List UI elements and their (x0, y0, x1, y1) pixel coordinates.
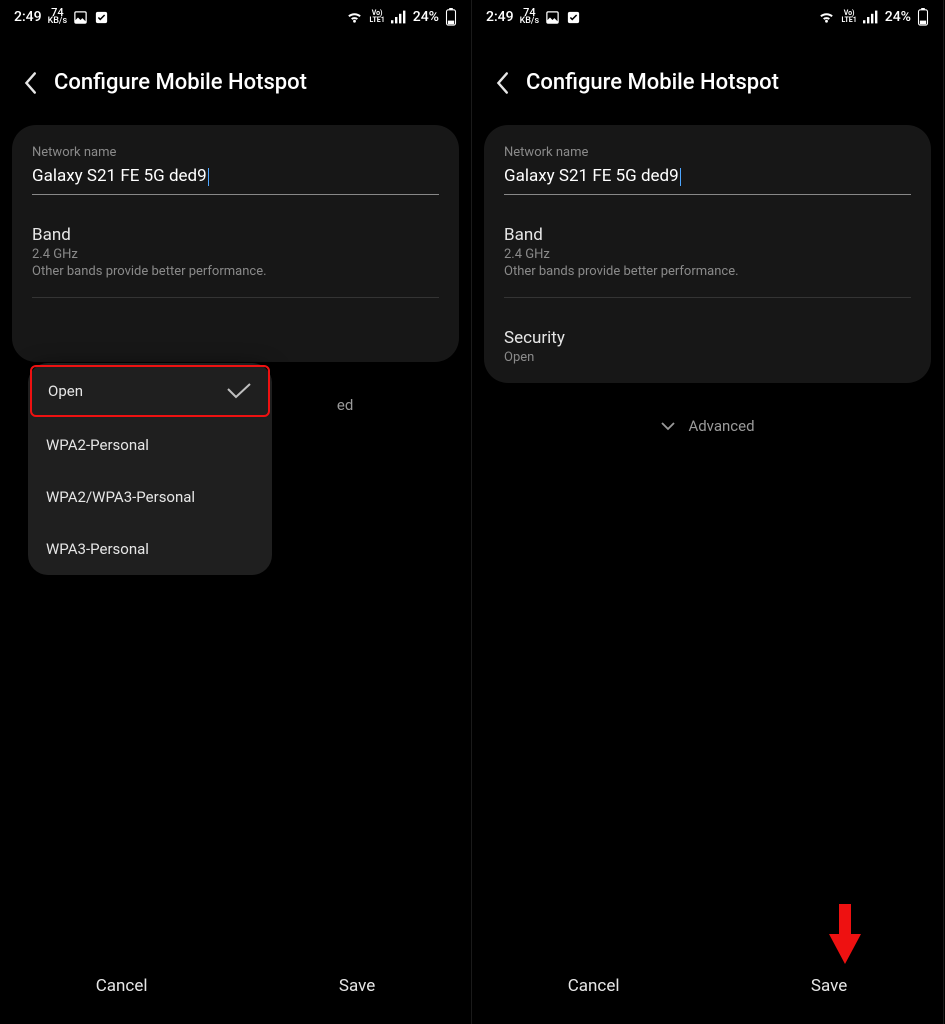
checkbox-icon (94, 10, 109, 25)
settings-card: Network name Galaxy S21 FE 5G ded9 Band … (12, 125, 459, 362)
security-option-wpa2[interactable]: WPA2-Personal (28, 419, 272, 471)
band-title: Band (504, 225, 911, 245)
security-option-wpa3[interactable]: WPA3-Personal (28, 523, 272, 575)
phone-screen-right: 2:49 74KB/s Vo)LTE1 24% (472, 0, 944, 1024)
chevron-down-icon (660, 421, 676, 431)
status-data-rate: 74KB/s (520, 8, 540, 26)
security-option-label: Open (48, 382, 83, 400)
band-title: Band (32, 225, 439, 245)
network-name-label: Network name (32, 145, 439, 160)
phone-screen-left: 2:49 74KB/s Vo)LTE1 24% (0, 0, 472, 1024)
network-name-field[interactable]: Network name Galaxy S21 FE 5G ded9 (504, 145, 911, 195)
battery-icon (917, 8, 929, 26)
volte-icon: Vo)LTE1 (841, 10, 856, 24)
band-note: Other bands provide better performance. (32, 264, 439, 279)
page-header: Configure Mobile Hotspot (0, 30, 471, 125)
cancel-button[interactable]: Cancel (66, 966, 178, 1006)
cancel-button[interactable]: Cancel (538, 966, 650, 1006)
signal-icon (391, 10, 407, 24)
security-option-label: WPA2/WPA3-Personal (46, 488, 195, 506)
bottom-bar: Cancel Save (0, 966, 471, 1006)
back-icon[interactable] (22, 71, 38, 95)
security-title: Security (504, 328, 911, 348)
band-note: Other bands provide better performance. (504, 264, 911, 279)
status-bar: 2:49 74KB/s Vo)LTE1 24% (472, 0, 943, 30)
signal-icon (863, 10, 879, 24)
battery-icon (445, 8, 457, 26)
status-battery-pct: 24% (885, 9, 911, 25)
security-section-placeholder (32, 298, 439, 344)
save-button[interactable]: Save (309, 966, 405, 1006)
status-time: 2:49 (14, 9, 42, 25)
band-section[interactable]: Band 2.4 GHz Other bands provide better … (32, 195, 439, 279)
back-icon[interactable] (494, 71, 510, 95)
band-value: 2.4 GHz (504, 247, 911, 262)
page-title: Configure Mobile Hotspot (54, 70, 307, 95)
settings-card: Network name Galaxy S21 FE 5G ded9 Band … (484, 125, 931, 383)
wifi-icon (346, 10, 363, 24)
bottom-bar: Cancel Save (472, 966, 943, 1006)
security-option-open[interactable]: Open (30, 365, 270, 417)
network-name-label: Network name (504, 145, 911, 160)
volte-icon: Vo)LTE1 (369, 10, 384, 24)
advanced-label-truncated: ed (337, 396, 353, 414)
security-option-wpa2wpa3[interactable]: WPA2/WPA3-Personal (28, 471, 272, 523)
status-battery-pct: 24% (413, 9, 439, 25)
image-icon (545, 10, 560, 25)
security-section[interactable]: Security Open (504, 298, 911, 365)
save-button[interactable]: Save (781, 966, 877, 1006)
page-header: Configure Mobile Hotspot (472, 30, 943, 125)
network-name-input[interactable]: Galaxy S21 FE 5G ded9 (504, 164, 911, 195)
status-time: 2:49 (486, 9, 514, 25)
security-value: Open (504, 350, 911, 365)
status-data-rate: 74KB/s (48, 8, 68, 26)
check-icon (226, 382, 252, 400)
advanced-label: Advanced (688, 417, 754, 435)
security-option-label: WPA2-Personal (46, 436, 149, 454)
annotation-arrow-icon (825, 904, 865, 968)
page-title: Configure Mobile Hotspot (526, 70, 779, 95)
security-option-label: WPA3-Personal (46, 540, 149, 558)
image-icon (73, 10, 88, 25)
checkbox-icon (566, 10, 581, 25)
band-section[interactable]: Band 2.4 GHz Other bands provide better … (504, 195, 911, 279)
network-name-field[interactable]: Network name Galaxy S21 FE 5G ded9 (32, 145, 439, 195)
network-name-input[interactable]: Galaxy S21 FE 5G ded9 (32, 164, 439, 195)
security-dropdown: Open WPA2-Personal WPA2/WPA3-Personal WP… (28, 363, 272, 575)
status-bar: 2:49 74KB/s Vo)LTE1 24% (0, 0, 471, 30)
advanced-toggle[interactable]: Advanced (472, 383, 943, 469)
band-value: 2.4 GHz (32, 247, 439, 262)
wifi-icon (818, 10, 835, 24)
